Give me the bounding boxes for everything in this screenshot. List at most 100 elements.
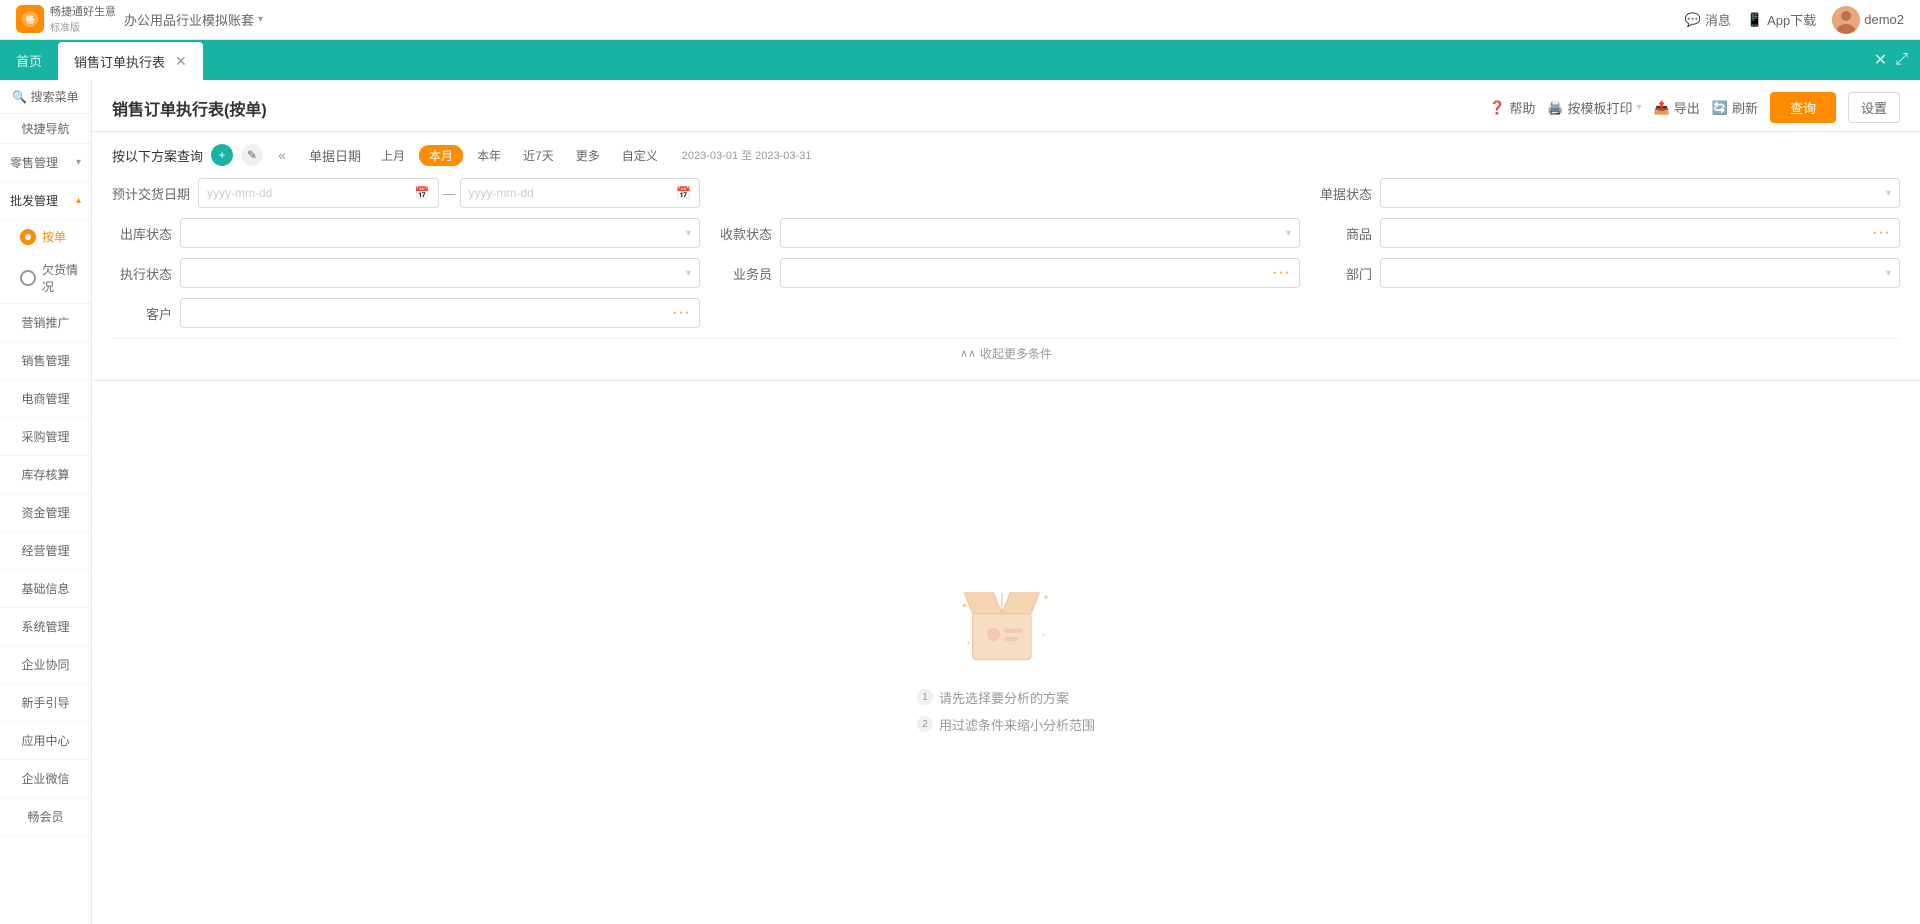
page-actions: ❓ 帮助 🖨️ 按模板打印 ▾ 📤 导出 🔄 刷新 查询 设置 — [1489, 92, 1900, 123]
sidebar-item-finance[interactable]: 资金管理 — [0, 494, 91, 532]
sidebar-sub-presslist[interactable]: 按单 — [0, 220, 91, 253]
sidebar-search[interactable]: 🔍 搜索菜单 — [0, 80, 91, 114]
filter-scheme-section: 按以下方案查询 + ✎ « — [112, 144, 293, 166]
message-btn[interactable]: 💬 消息 — [1685, 10, 1731, 29]
sub-dot-arrears — [20, 270, 36, 286]
collect-status-label: 收款状态 — [712, 224, 772, 243]
filter-edit-btn[interactable]: ✎ — [241, 144, 263, 166]
tab-close-btn[interactable]: ✕ — [175, 53, 187, 70]
collect-status-select[interactable]: ▾ — [780, 218, 1300, 248]
expected-date-start-input[interactable]: yyyy-mm-dd 📅 — [198, 178, 439, 208]
status-label: 单据状态 — [1312, 184, 1372, 203]
sidebar-item-ecommerce[interactable]: 电商管理 — [0, 380, 91, 418]
sidebar-item-sales[interactable]: 销售管理 — [0, 342, 91, 380]
collapse-bar[interactable]: ∧∧ 收起更多条件 — [112, 338, 1900, 368]
sidebar-item-member[interactable]: 畅会员 — [0, 798, 91, 836]
sidebar-item-inventory[interactable]: 库存核算 — [0, 456, 91, 494]
expected-date-end-input[interactable]: yyyy-mm-dd 📅 — [460, 178, 701, 208]
sidebar-item-basic[interactable]: 基础信息 — [0, 570, 91, 608]
goods-input[interactable]: ··· — [1380, 218, 1900, 248]
goods-label: 商品 — [1312, 224, 1372, 243]
export-icon: 📤 — [1654, 100, 1670, 116]
search-icon: 🔍 — [12, 90, 27, 104]
sidebar-sub-arrears[interactable]: 欠货情况 — [0, 253, 91, 303]
sidebar-marketing-label: 营销推广 — [21, 314, 69, 331]
empty-hint-1: 1 请先选择要分析的方案 — [917, 688, 1095, 707]
tab-sales-exec[interactable]: 销售订单执行表 ✕ — [58, 42, 203, 80]
export-label: 导出 — [1674, 98, 1700, 117]
sidebar-item-newbie[interactable]: 新手引导 — [0, 684, 91, 722]
sidebar: 🔍 搜索菜单 快捷导航 零售管理 ▾ 批发管理 ▴ 按单 欠货情况 — [0, 80, 92, 924]
goods-dots-icon: ··· — [1872, 224, 1891, 242]
app-download-icon: 📱 — [1747, 12, 1763, 28]
empty-num-2: 2 — [917, 716, 933, 732]
date-tab-custom[interactable]: 自定义 — [614, 145, 666, 166]
date-tab-more[interactable]: 更多 — [568, 145, 608, 166]
app-download-btn[interactable]: 📱 App下载 — [1747, 10, 1816, 29]
calendar-start-icon: 📅 — [415, 186, 430, 200]
exec-status-select[interactable]: ▾ — [180, 258, 700, 288]
date-separator: — — [443, 186, 456, 201]
exec-status-arrow-icon: ▾ — [686, 268, 691, 279]
expected-date-end-placeholder: yyyy-mm-dd — [469, 186, 534, 200]
help-btn[interactable]: ❓ 帮助 — [1489, 98, 1535, 117]
sidebar-item-system[interactable]: 系统管理 — [0, 608, 91, 646]
status-select[interactable]: ▾ — [1380, 178, 1900, 208]
app-logo-text: 畅捷通好生意 — [50, 5, 116, 19]
filter-item-status: 单据状态 ▾ — [1312, 178, 1900, 208]
date-tab-last-month[interactable]: 上月 — [373, 145, 413, 166]
tab-expand-btn[interactable]: ⤢ — [1895, 51, 1908, 69]
main-layout: 🔍 搜索菜单 快捷导航 零售管理 ▾ 批发管理 ▴ 按单 欠货情况 — [0, 80, 1920, 924]
customer-input[interactable]: ··· — [180, 298, 700, 328]
message-label: 消息 — [1705, 10, 1731, 29]
sidebar-item-retail[interactable]: 零售管理 ▾ — [0, 144, 91, 182]
sidebar-basic-label: 基础信息 — [21, 580, 69, 597]
export-btn[interactable]: 📤 导出 — [1654, 98, 1700, 117]
sidebar-retail-arrow: ▾ — [76, 157, 81, 168]
date-tab-this-year[interactable]: 本年 — [469, 145, 509, 166]
empty-text-area: 1 请先选择要分析的方案 2 用过滤条件来缩小分析范围 — [917, 688, 1095, 734]
empty-state: 1 请先选择要分析的方案 2 用过滤条件来缩小分析范围 — [92, 381, 1920, 924]
message-icon: 💬 — [1685, 12, 1701, 28]
expected-date-input-group: yyyy-mm-dd 📅 — yyyy-mm-dd 📅 — [198, 178, 700, 208]
help-label: 帮助 — [1509, 98, 1535, 117]
sidebar-item-operations[interactable]: 经营管理 — [0, 532, 91, 570]
filter-date-label: 单据日期 — [309, 146, 361, 165]
top-bar-left: 畅 畅捷通好生意 标准版 办公用品行业模拟账套 ▾ — [16, 5, 263, 34]
svg-text:畅: 畅 — [26, 15, 34, 25]
refresh-icon: 🔄 — [1712, 100, 1728, 116]
breadcrumb-area: 办公用品行业模拟账套 ▾ — [124, 10, 263, 29]
dept-label: 部门 — [1312, 264, 1372, 283]
sidebar-item-wechat[interactable]: 企业微信 — [0, 760, 91, 798]
sidebar-item-purchase[interactable]: 采购管理 — [0, 418, 91, 456]
sidebar-wholesale-arrow: ▴ — [76, 195, 81, 206]
exec-status-label: 执行状态 — [112, 264, 172, 283]
sidebar-item-wholesale[interactable]: 批发管理 ▴ — [0, 182, 91, 220]
logo-icon: 畅 — [16, 5, 44, 33]
sidebar-item-enterprise[interactable]: 企业协同 — [0, 646, 91, 684]
sidebar-quick-nav[interactable]: 快捷导航 — [0, 114, 91, 144]
empty-hint-1-text: 请先选择要分析的方案 — [939, 688, 1069, 707]
filter-row-4: 客户 ··· — [112, 298, 1900, 328]
filter-collapse-scheme-btn[interactable]: « — [271, 144, 293, 166]
app-download-label: App下载 — [1767, 10, 1816, 29]
salesman-input[interactable]: ··· — [780, 258, 1300, 288]
sidebar-item-marketing[interactable]: 营销推广 — [0, 304, 91, 342]
filter-add-btn[interactable]: + — [211, 144, 233, 166]
filter-row-2: 出库状态 ▾ 收款状态 ▾ 商品 — [112, 218, 1900, 248]
tab-home[interactable]: 首页 — [0, 40, 58, 80]
expected-date-label: 预计交货日期 — [112, 184, 190, 203]
out-status-select[interactable]: ▾ — [180, 218, 700, 248]
query-btn[interactable]: 查询 — [1770, 92, 1836, 123]
user-area[interactable]: demo2 — [1832, 6, 1904, 34]
refresh-btn[interactable]: 🔄 刷新 — [1712, 98, 1758, 117]
tab-close-all-btn[interactable]: ✕ — [1874, 50, 1887, 70]
date-tab-this-month[interactable]: 本月 — [419, 145, 463, 166]
date-tab-last-7-days[interactable]: 近7天 — [515, 145, 562, 166]
filter-item-goods: 商品 ··· — [1312, 218, 1900, 248]
sidebar-item-apps[interactable]: 应用中心 — [0, 722, 91, 760]
setting-btn[interactable]: 设置 — [1848, 92, 1900, 123]
print-btn[interactable]: 🖨️ 按模板打印 ▾ — [1547, 98, 1641, 117]
breadcrumb-dropdown-icon[interactable]: ▾ — [258, 14, 263, 25]
dept-select[interactable]: ▾ — [1380, 258, 1900, 288]
